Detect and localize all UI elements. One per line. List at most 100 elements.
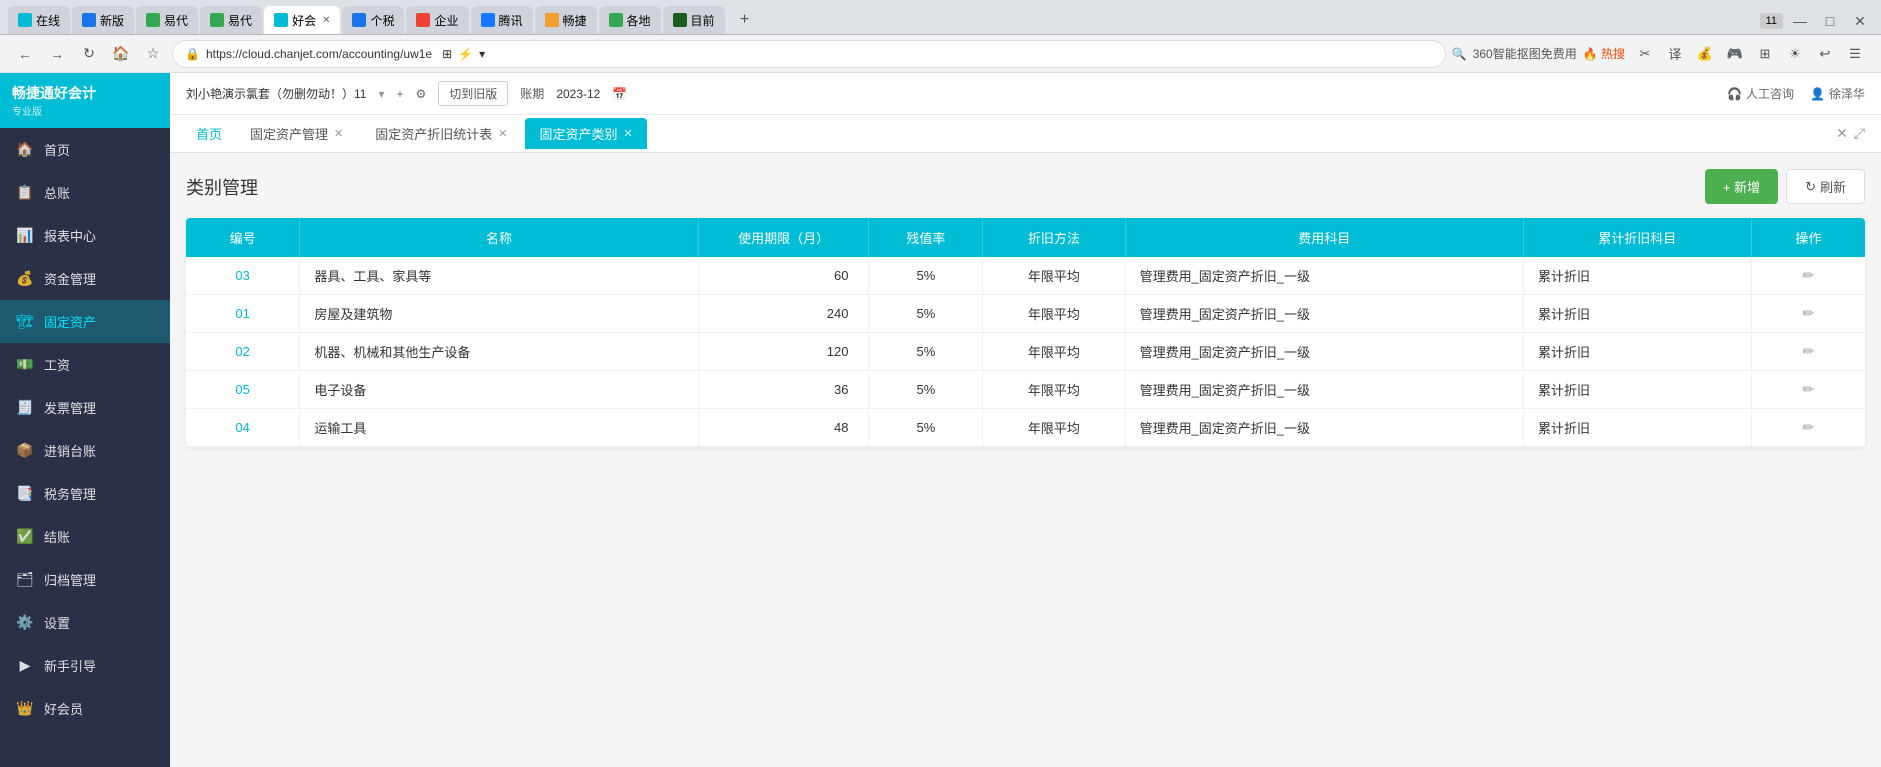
row-residual: 5% [869,409,983,447]
sidebar-item-archive[interactable]: 🗂 归档管理 [0,558,170,601]
coins-tool[interactable]: 💰 [1691,40,1719,68]
row-id[interactable]: 02 [186,333,300,371]
edit-icon[interactable]: ✏ [1802,305,1814,321]
row-id[interactable]: 05 [186,371,300,409]
tab-muqian-label: 目前 [691,12,715,29]
settings-icon: ⚙️ [16,614,34,632]
vip-icon: 👑 [16,700,34,718]
browser-tab-enterprise[interactable]: 企业 [406,6,468,34]
tab-haohui-close[interactable]: ✕ [322,15,330,26]
row-id[interactable]: 01 [186,295,300,333]
content-window-expand[interactable]: ⤢ [1854,125,1865,142]
row-action[interactable]: ✏ [1751,295,1865,333]
user-profile[interactable]: 👤 徐泽华 [1810,85,1865,102]
tab-yidai1-label: 易代 [164,12,188,29]
dropdown-icon[interactable]: ▾ [378,87,384,101]
browser-tab-haohui[interactable]: 好会 ✕ [264,6,340,34]
sidebar-item-salary[interactable]: 💵 工资 [0,343,170,386]
browser-tab-yidai2[interactable]: 易代 [200,6,262,34]
refresh-btn[interactable]: ↻ 刷新 [1786,169,1865,204]
row-action[interactable]: ✏ [1751,371,1865,409]
nav-bookmark-btn[interactable]: ☆ [140,41,166,67]
tab-gedi-label: 各地 [627,12,651,29]
row-accumulated: 累计折旧 [1523,295,1751,333]
row-residual: 5% [869,371,983,409]
add-user-btn[interactable]: + [397,87,404,101]
edit-icon[interactable]: ✏ [1802,419,1814,435]
period-value: 2023-12 [556,87,600,101]
row-accumulated: 累计折旧 [1523,257,1751,295]
calendar-icon[interactable]: 📅 [612,87,627,101]
browser-tab-changjie[interactable]: 畅捷 [535,6,597,34]
row-expense: 管理费用_固定资产折旧_一级 [1125,333,1523,371]
row-period: 36 [698,371,869,409]
row-id[interactable]: 03 [186,257,300,295]
sidebar-item-invoice[interactable]: 🧾 发票管理 [0,386,170,429]
consulting-btn[interactable]: 🎧 人工咨询 [1727,85,1794,102]
sidebar-item-tax[interactable]: 📑 税务管理 [0,472,170,515]
sidebar-item-vip[interactable]: 👑 好会员 [0,687,170,730]
browser-tab-geshui[interactable]: 个税 [342,6,404,34]
th-residual: 残值率 [869,218,983,257]
browser-tab-online[interactable]: 在线 [8,6,70,34]
tab-fixed-mgmt-close[interactable]: ✕ [334,127,343,140]
tab-home[interactable]: 首页 [186,118,232,149]
game-tool[interactable]: 🎮 [1721,40,1749,68]
browser-tab-yidai1[interactable]: 易代 [136,6,198,34]
sidebar-item-report[interactable]: 📊 报表中心 [0,214,170,257]
tab-newver-label: 新版 [100,12,124,29]
sidebar-item-ledger[interactable]: 📋 总账 [0,171,170,214]
page-title: 类别管理 [186,174,258,200]
menu-tool[interactable]: ☰ [1841,40,1869,68]
row-id[interactable]: 04 [186,409,300,447]
address-dropdown-icon[interactable]: ▾ [479,47,485,61]
nav-forward-btn[interactable]: → [44,41,70,67]
translate-tool[interactable]: 译 [1661,40,1689,68]
grid-tool[interactable]: ⊞ [1751,40,1779,68]
sidebar-item-vip-label: 好会员 [44,699,83,718]
sidebar-item-checkout[interactable]: ✅ 结账 [0,515,170,558]
nav-home-btn[interactable]: 🏠 [108,41,134,67]
window-close-btn[interactable]: ✕ [1847,8,1873,34]
tab-fixed-mgmt[interactable]: 固定资产管理 ✕ [236,118,357,149]
consulting-label: 人工咨询 [1746,85,1794,102]
tab-fixed-category-close[interactable]: ✕ [624,127,633,140]
sidebar-item-guide[interactable]: ▶ 新手引导 [0,644,170,687]
edit-icon[interactable]: ✏ [1802,381,1814,397]
edit-icon[interactable]: ✏ [1802,343,1814,359]
switch-version-btn[interactable]: 切到旧版 [438,81,508,106]
browser-tab-newver[interactable]: 新版 [72,6,134,34]
sidebar-logo: 畅捷通好会计 专业版 [0,73,170,128]
edit-icon[interactable]: ✏ [1802,267,1814,283]
sidebar-item-fund[interactable]: 💰 资金管理 [0,257,170,300]
window-minimize-btn[interactable]: — [1787,8,1813,34]
browser-tab-muqian[interactable]: 目前 [663,6,725,34]
row-action[interactable]: ✏ [1751,333,1865,371]
undo-tool[interactable]: ↩ [1811,40,1839,68]
row-expense: 管理费用_固定资产折旧_一级 [1125,295,1523,333]
browser-tab-gedi[interactable]: 各地 [599,6,661,34]
sidebar-item-fixed-assets[interactable]: 🏗 固定资产 [0,300,170,343]
nav-refresh-btn[interactable]: ↻ [76,41,102,67]
row-action[interactable]: ✏ [1751,409,1865,447]
address-bar[interactable]: 🔒 https://cloud.chanjet.com/accounting/u… [172,40,1446,68]
sidebar-item-home[interactable]: 🏠 首页 [0,128,170,171]
tab-fixed-category[interactable]: 固定资产类别 ✕ [525,118,646,149]
categories-table: 编号 名称 使用期限（月） 残值率 折旧方法 费用科目 累计折旧科目 操作 03… [186,218,1865,447]
tab-fixed-depreciation-close[interactable]: ✕ [498,127,507,140]
fixed-assets-icon: 🏗 [16,313,34,331]
row-action[interactable]: ✏ [1751,257,1865,295]
content-window-close[interactable]: ✕ [1836,125,1848,142]
add-category-btn[interactable]: + 新增 [1705,169,1778,204]
settings-gear-icon[interactable]: ⚙ [416,87,427,101]
browser-tab-tencent[interactable]: 腾讯 [471,6,533,34]
sidebar-item-settings[interactable]: ⚙️ 设置 [0,601,170,644]
scissors-tool[interactable]: ✂ [1631,40,1659,68]
nav-back-btn[interactable]: ← [12,41,38,67]
tab-add-btn[interactable]: + [731,6,759,34]
window-maximize-btn[interactable]: □ [1817,8,1843,34]
guide-icon: ▶ [16,657,34,675]
sun-tool[interactable]: ☀ [1781,40,1809,68]
tab-fixed-depreciation[interactable]: 固定资产折旧统计表 ✕ [361,118,521,149]
sidebar-item-purchase-sales[interactable]: 📦 进销台账 [0,429,170,472]
